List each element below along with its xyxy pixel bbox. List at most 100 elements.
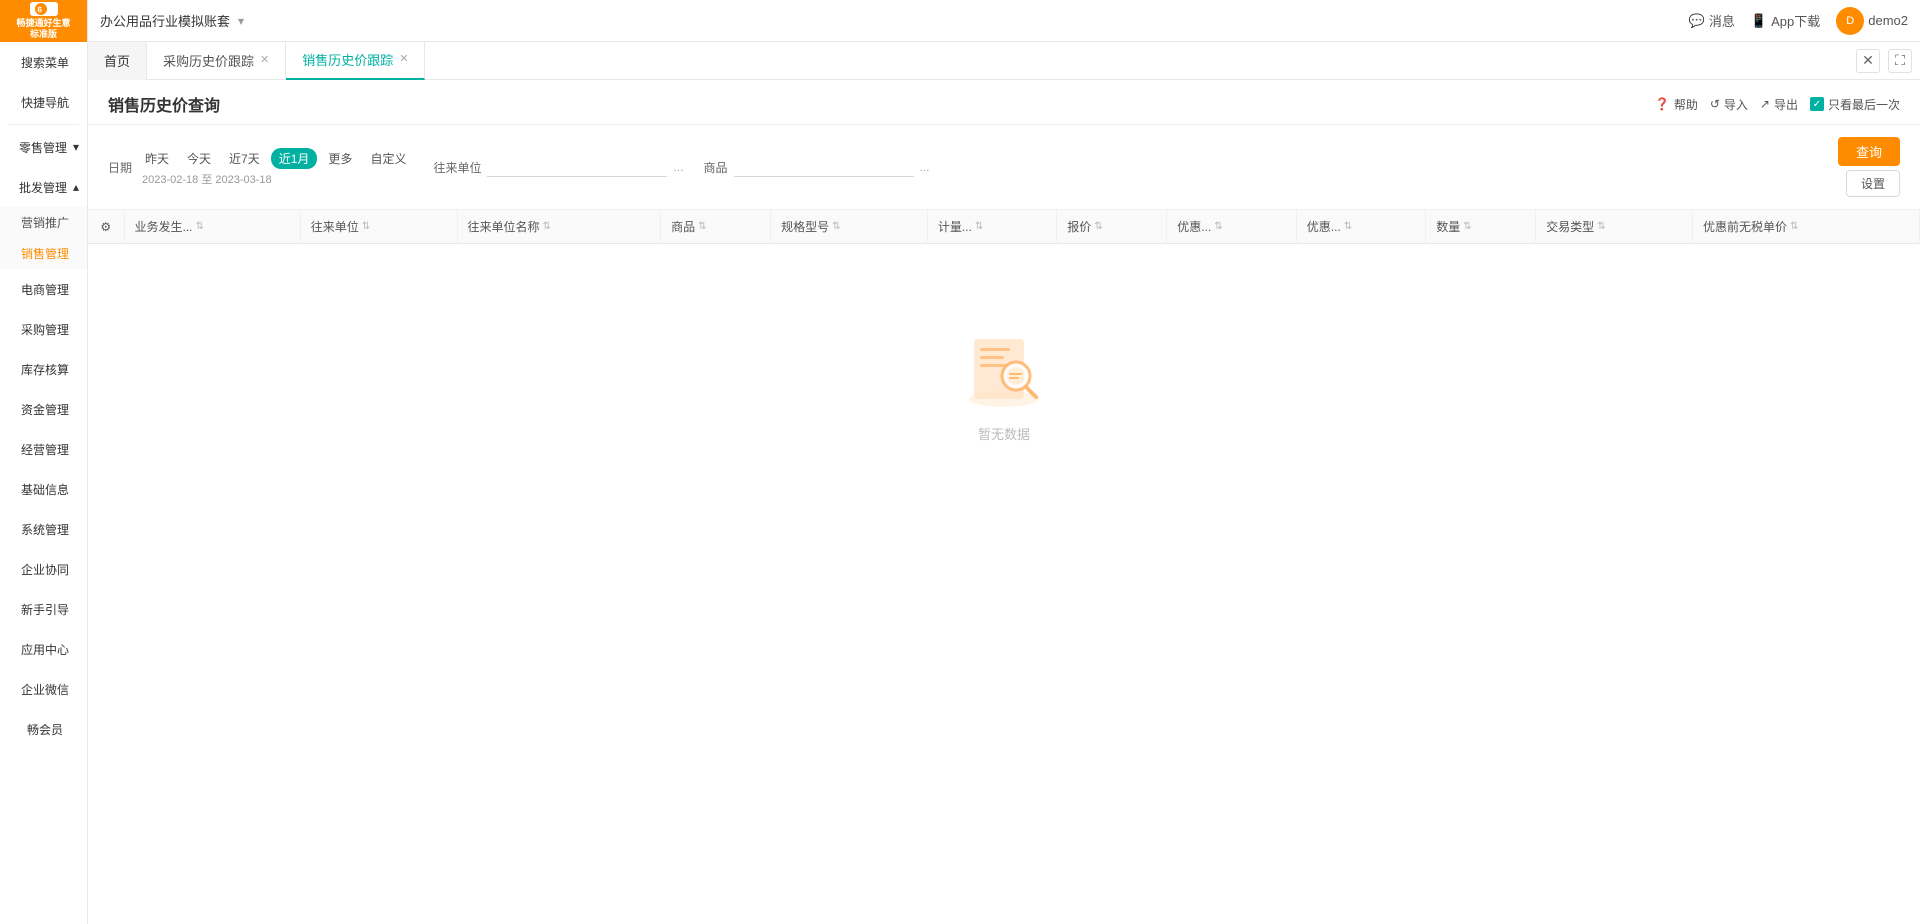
import-label: 导入: [1724, 96, 1748, 113]
import-button[interactable]: ↺ 导入: [1710, 96, 1748, 113]
gear-icon: ⚙: [100, 220, 111, 234]
data-table: ⚙ 业务发生... ⇅ 往来单位 ⇅: [88, 210, 1920, 244]
mobile-icon: 📱: [1751, 13, 1767, 29]
logo-icon: 6: [30, 2, 58, 16]
product-input[interactable]: [734, 158, 914, 177]
th-label: 规格型号: [781, 218, 829, 235]
sidebar-item-retail[interactable]: 零售管理 ▾: [0, 127, 87, 167]
app-name: 畅捷通好生意 标准版: [16, 18, 70, 40]
th-product[interactable]: 商品 ⇅: [661, 210, 771, 244]
sidebar-item-label: 企业微信: [21, 681, 69, 698]
th-discount1[interactable]: 优惠... ⇅: [1167, 210, 1296, 244]
sidebar-item-inventory[interactable]: 库存核算: [0, 349, 87, 389]
th-partner-code[interactable]: 往来单位 ⇅: [300, 210, 457, 244]
export-button[interactable]: ↗ 导出: [1760, 96, 1798, 113]
th-quantity[interactable]: 数量 ⇅: [1426, 210, 1536, 244]
sort-icon: ⇅: [196, 221, 204, 232]
tab-home[interactable]: 首页: [88, 42, 147, 80]
help-label: 帮助: [1674, 96, 1698, 113]
chevron-up-icon: ▴: [73, 180, 79, 194]
th-label: 交易类型: [1546, 218, 1594, 235]
date-btn-yesterday[interactable]: 昨天: [138, 148, 176, 169]
sidebar-item-guide[interactable]: 新手引导: [0, 589, 87, 629]
app-download-label: App下载: [1771, 11, 1820, 30]
tab-purchase-history[interactable]: 采购历史价跟踪 ✕: [147, 42, 286, 80]
tab-label: 首页: [104, 51, 130, 70]
sidebar-item-system[interactable]: 系统管理: [0, 509, 87, 549]
product-filter-group: 商品 ...: [703, 158, 929, 177]
settings-button[interactable]: 设置: [1846, 170, 1900, 197]
partner-filter-group: 往来单位 ...: [433, 158, 683, 177]
product-label: 商品: [703, 159, 727, 176]
sidebar-item-label: 基础信息: [21, 481, 69, 498]
date-btn-custom[interactable]: 自定义: [363, 148, 413, 169]
product-dots[interactable]: ...: [920, 160, 930, 174]
sidebar-item-vip[interactable]: 畅会员: [0, 709, 87, 749]
tab-sales-history[interactable]: 销售历史价跟踪 ✕: [286, 42, 425, 80]
sidebar-item-label: 库存核算: [21, 361, 69, 378]
partner-dots[interactable]: ...: [673, 160, 683, 174]
th-unit[interactable]: 计量... ⇅: [927, 210, 1056, 244]
empty-state: 暂无数据: [88, 244, 1920, 523]
th-quote[interactable]: 报价 ⇅: [1057, 210, 1167, 244]
header-title: 办公用品行业模拟账套: [100, 11, 230, 30]
table-header: ⚙ 业务发生... ⇅ 往来单位 ⇅: [88, 210, 1920, 244]
tab-close-icon[interactable]: ✕: [260, 55, 269, 66]
sort-icon: ⇅: [975, 221, 983, 232]
date-btn-1month[interactable]: 近1月: [271, 148, 318, 169]
sidebar-item-label: 资金管理: [21, 401, 69, 418]
sidebar-sub-item-sales[interactable]: 销售管理: [0, 238, 87, 269]
sidebar-item-finance[interactable]: 资金管理: [0, 389, 87, 429]
tab-bar: 首页 采购历史价跟踪 ✕ 销售历史价跟踪 ✕ ✕ ⛶: [88, 42, 1920, 80]
filter-bar: 日期 昨天 今天 近7天 近1月 更多 自定义 2023-02-18 至 202…: [88, 125, 1920, 210]
th-spec[interactable]: 规格型号 ⇅: [771, 210, 928, 244]
th-pretax-price[interactable]: 优惠前无税单价 ⇅: [1692, 210, 1919, 244]
th-gear[interactable]: ⚙: [88, 210, 124, 244]
date-btn-more[interactable]: 更多: [321, 148, 359, 169]
svg-text:6: 6: [37, 6, 42, 15]
date-label: 日期: [108, 159, 132, 176]
sort-icon: ⇅: [1463, 221, 1471, 232]
th-partner-name[interactable]: 往来单位名称 ⇅: [457, 210, 661, 244]
sidebar-item-enterprise[interactable]: 企业协同: [0, 549, 87, 589]
th-label: 优惠前无税单价: [1703, 218, 1787, 235]
date-btn-7days[interactable]: 近7天: [222, 148, 267, 169]
sidebar-item-label: 批发管理: [13, 179, 73, 196]
message-label: 消息: [1709, 11, 1735, 30]
sidebar-item-wholesale[interactable]: 批发管理 ▴: [0, 167, 87, 207]
sidebar-item-operations[interactable]: 经营管理: [0, 429, 87, 469]
date-btn-today[interactable]: 今天: [180, 148, 218, 169]
sort-icon: ⇅: [1597, 221, 1605, 232]
tab-close-icon[interactable]: ✕: [399, 54, 408, 65]
sort-icon: ⇅: [1214, 221, 1222, 232]
close-tab-button[interactable]: ✕: [1856, 49, 1880, 73]
sidebar-item-appcenter[interactable]: 应用中心: [0, 629, 87, 669]
app-download-button[interactable]: 📱 App下载: [1751, 11, 1820, 30]
th-biz-date[interactable]: 业务发生... ⇅: [124, 210, 300, 244]
th-discount2[interactable]: 优惠... ⇅: [1296, 210, 1425, 244]
th-label: 往来单位: [311, 218, 359, 235]
user-profile[interactable]: D demo2: [1836, 7, 1908, 35]
sidebar-item-label: 企业协同: [21, 561, 69, 578]
sidebar: 6 畅捷通好生意 标准版 搜索菜单 快捷导航 零售管理 ▾ 批发管理 ▴ 营销推…: [0, 0, 88, 924]
sidebar-item-basic[interactable]: 基础信息: [0, 469, 87, 509]
sidebar-item-label: 电商管理: [21, 281, 69, 298]
sidebar-item-wechat[interactable]: 企业微信: [0, 669, 87, 709]
sidebar-item-ecommerce[interactable]: 电商管理: [0, 269, 87, 309]
th-label: 往来单位名称: [468, 218, 540, 235]
sidebar-item-search[interactable]: 搜索菜单: [0, 42, 87, 82]
sidebar-sub-item-marketing[interactable]: 营销推广: [0, 207, 87, 238]
th-trade-type[interactable]: 交易类型 ⇅: [1536, 210, 1693, 244]
partner-input[interactable]: [487, 158, 667, 177]
header-dropdown-icon[interactable]: ▾: [238, 14, 244, 28]
sidebar-item-label: 快捷导航: [21, 94, 69, 111]
partner-label: 往来单位: [433, 159, 481, 176]
message-button[interactable]: 💬 消息: [1689, 11, 1735, 30]
sort-icon: ⇅: [1094, 221, 1102, 232]
sidebar-item-quicknav[interactable]: 快捷导航: [0, 82, 87, 122]
maximize-button[interactable]: ⛶: [1888, 49, 1912, 73]
sidebar-item-purchase[interactable]: 采购管理: [0, 309, 87, 349]
query-button[interactable]: 查询: [1838, 137, 1900, 166]
last-once-checkbox[interactable]: ✓ 只看最后一次: [1810, 96, 1900, 113]
help-button[interactable]: ❓ 帮助: [1655, 96, 1698, 113]
